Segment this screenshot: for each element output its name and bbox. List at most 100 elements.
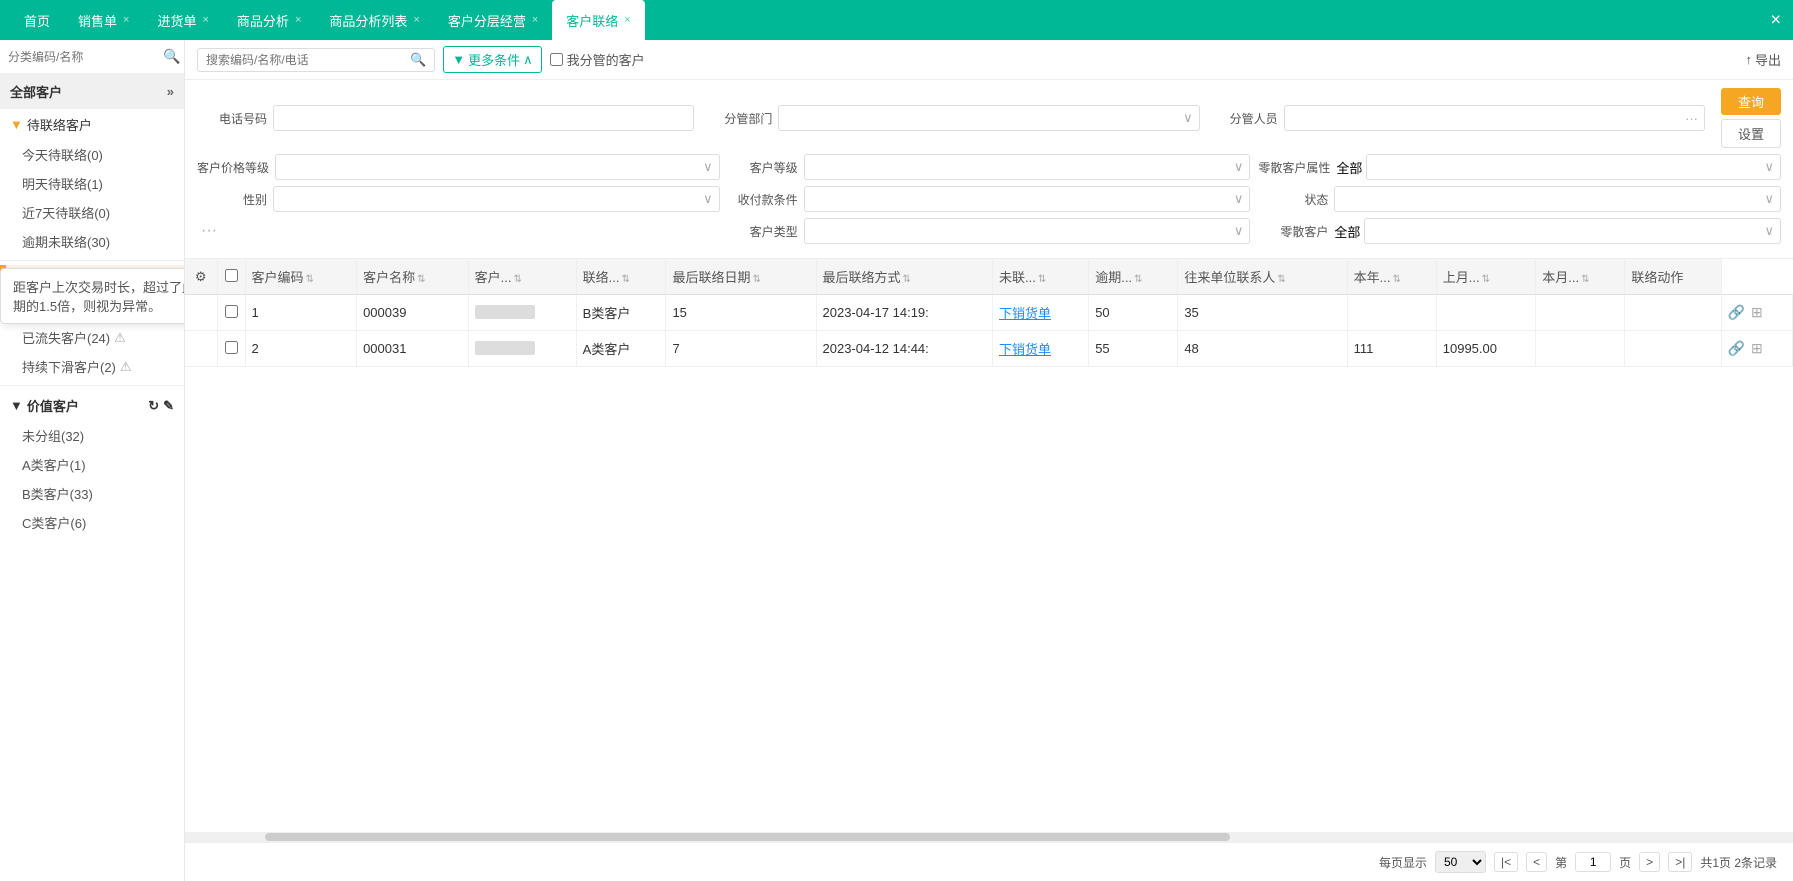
next-page-btn[interactable]: >	[1639, 852, 1660, 872]
more-action-icon[interactable]: ⊞	[1751, 304, 1763, 321]
7days-label: 近7天待联络(0)	[22, 203, 110, 222]
filter-cell-gender: 性别 ∨	[197, 186, 720, 212]
dept-label: 分管部门	[702, 110, 772, 127]
sidebar-item-unclassified[interactable]: 未分组(32)	[0, 421, 184, 450]
last-page-btn[interactable]: >|	[1668, 852, 1692, 872]
checkbox-col-header[interactable]	[217, 259, 245, 295]
last-date-cell: 2023-04-12 14:44:	[816, 331, 992, 367]
scrollbar-thumb[interactable]	[265, 833, 1230, 841]
window-close-button[interactable]: ×	[1770, 10, 1781, 31]
name-sort-icon[interactable]: ⇅	[417, 274, 425, 285]
horizontal-scrollbar[interactable]	[185, 832, 1793, 842]
close-purchase-icon[interactable]: ×	[202, 14, 208, 26]
sidebar-item-declining[interactable]: 持续下滑客户(2) ⚠	[0, 352, 184, 381]
status-select[interactable]: ∨	[1334, 186, 1781, 212]
customer-type-select[interactable]: ∨	[804, 218, 1251, 244]
set-btn[interactable]: 设置	[1721, 119, 1781, 148]
query-btn[interactable]: 查询	[1721, 88, 1781, 115]
nav-sales[interactable]: 销售单 ×	[64, 0, 143, 40]
last-method-cell[interactable]: 下销货单	[993, 295, 1089, 331]
code-sort-icon[interactable]: ⇅	[306, 274, 314, 285]
sidebar-item-7days[interactable]: 近7天待联络(0)	[0, 198, 184, 227]
first-page-btn[interactable]: |<	[1494, 852, 1518, 872]
overdue-sort-icon[interactable]: ⇅	[1134, 274, 1142, 285]
gender-select[interactable]: ∨	[273, 186, 720, 212]
dept-select[interactable]: ∨	[778, 105, 1199, 131]
phone-input[interactable]	[273, 105, 694, 131]
search-icon[interactable]: 🔍	[410, 52, 426, 68]
export-icon: ↑	[1745, 52, 1752, 67]
sidebar-search-icon[interactable]: 🔍	[163, 48, 180, 65]
payment-label: 收付款条件	[728, 191, 798, 208]
close-product-analysis-icon[interactable]: ×	[295, 14, 301, 26]
contact-sort-icon[interactable]: ⇅	[622, 274, 630, 285]
sidebar-search-input[interactable]	[8, 50, 163, 64]
row-checkbox-1[interactable]	[225, 341, 238, 354]
data-table: ⚙ 客户编码⇅ 客户名称⇅ 客户...⇅ 联络...⇅ 最后联络日期⇅ 最后联络…	[185, 259, 1793, 367]
retail-attr-arrow-icon: ∨	[1765, 159, 1775, 175]
sidebar-item-overdue[interactable]: 逾期未联络(30)	[0, 227, 184, 256]
this-year-sort-icon[interactable]: ⇅	[1392, 274, 1400, 285]
last-month-sort-icon[interactable]: ⇅	[1482, 274, 1490, 285]
price-level-select[interactable]: ∨	[275, 154, 720, 180]
sidebar-item-b-class[interactable]: B类客户(33)	[0, 479, 184, 508]
nav-customer-segment[interactable]: 客户分层经营 ×	[434, 0, 552, 40]
search-input[interactable]	[206, 53, 406, 67]
nav-customer-contact[interactable]: 客户联络 ×	[552, 0, 644, 40]
contact-icon[interactable]: 🔗	[1728, 340, 1745, 357]
per-page-select[interactable]: 50 20 100	[1435, 851, 1486, 873]
edit-icon[interactable]: ✎	[163, 398, 174, 414]
company-sort-icon[interactable]: ⇅	[1277, 274, 1285, 285]
customer-level-select[interactable]: ∨	[804, 154, 1251, 180]
payment-select[interactable]: ∨	[804, 186, 1251, 212]
retail-customer-select[interactable]: ∨	[1364, 218, 1781, 244]
nav-product-list[interactable]: 商品分析列表 ×	[315, 0, 433, 40]
my-customers-checkbox[interactable]	[550, 53, 563, 66]
person-select[interactable]: ···	[1284, 105, 1705, 131]
sidebar-item-c-class[interactable]: C类客户(6)	[0, 508, 184, 537]
name-cell	[468, 295, 576, 331]
sidebar-item-a-class[interactable]: A类客户(1)	[0, 450, 184, 479]
filter-cell-payment: 收付款条件 ∨	[728, 186, 1251, 212]
last-method-link[interactable]: 下销货单	[999, 342, 1051, 357]
export-btn[interactable]: ↑ 导出	[1745, 50, 1781, 69]
page-input[interactable]	[1575, 852, 1611, 872]
this-year-col-header: 本年...⇅	[1347, 259, 1436, 295]
dots-icon[interactable]: ···	[197, 222, 221, 240]
select-all-checkbox[interactable]	[225, 269, 238, 282]
nav-home[interactable]: 首页	[10, 0, 64, 40]
more-action-icon[interactable]: ⊞	[1751, 340, 1763, 357]
sidebar-item-lost[interactable]: 已流失客户(24) ⚠	[0, 323, 184, 352]
retail-customer-label: 零散客户	[1258, 223, 1328, 240]
pagination: 每页显示 50 20 100 |< < 第 页 > >| 共1页 2条记录	[185, 842, 1793, 881]
code-cell: 2	[245, 331, 357, 367]
last-date-sort-icon[interactable]: ⇅	[752, 274, 760, 285]
retail-attr-select[interactable]: ∨	[1366, 154, 1781, 180]
prev-page-btn[interactable]: <	[1526, 852, 1547, 872]
last-method-cell[interactable]: 下销货单	[993, 331, 1089, 367]
sidebar-item-tomorrow[interactable]: 明天待联络(1)	[0, 169, 184, 198]
last-method-link[interactable]: 下销货单	[999, 306, 1051, 321]
nav-product-analysis[interactable]: 商品分析 ×	[223, 0, 315, 40]
close-customer-contact-icon[interactable]: ×	[624, 14, 630, 26]
type-sort-icon[interactable]: ⇅	[514, 274, 522, 285]
contact-icon[interactable]: 🔗	[1728, 304, 1745, 321]
export-label: 导出	[1755, 50, 1781, 69]
refresh-icon[interactable]: ↻	[148, 398, 159, 414]
sidebar-collapse-icon[interactable]: »	[167, 84, 174, 99]
pending-arrow-icon: ▼	[10, 117, 23, 132]
row-checkbox-0[interactable]	[225, 305, 238, 318]
settings-col-header[interactable]: ⚙	[185, 259, 217, 295]
more-conditions-btn[interactable]: ▼ 更多条件 ∧	[443, 46, 541, 73]
not-contacted-sort-icon[interactable]: ⇅	[1038, 274, 1046, 285]
nav-purchase[interactable]: 进货单 ×	[143, 0, 222, 40]
filter-cell-retail-customer: 零散客户 全部 ∨	[1258, 218, 1781, 244]
sidebar-pending-group[interactable]: ▼ 待联络客户	[0, 109, 184, 140]
close-product-list-icon[interactable]: ×	[413, 14, 419, 26]
close-customer-segment-icon[interactable]: ×	[532, 14, 538, 26]
sidebar-value-customers-section[interactable]: ▼ 价值客户 ↻ ✎	[0, 390, 184, 421]
this-month-sort-icon[interactable]: ⇅	[1581, 274, 1589, 285]
sidebar-item-today[interactable]: 今天待联络(0)	[0, 140, 184, 169]
close-sales-icon[interactable]: ×	[123, 14, 129, 26]
last-method-sort-icon[interactable]: ⇅	[903, 274, 911, 285]
